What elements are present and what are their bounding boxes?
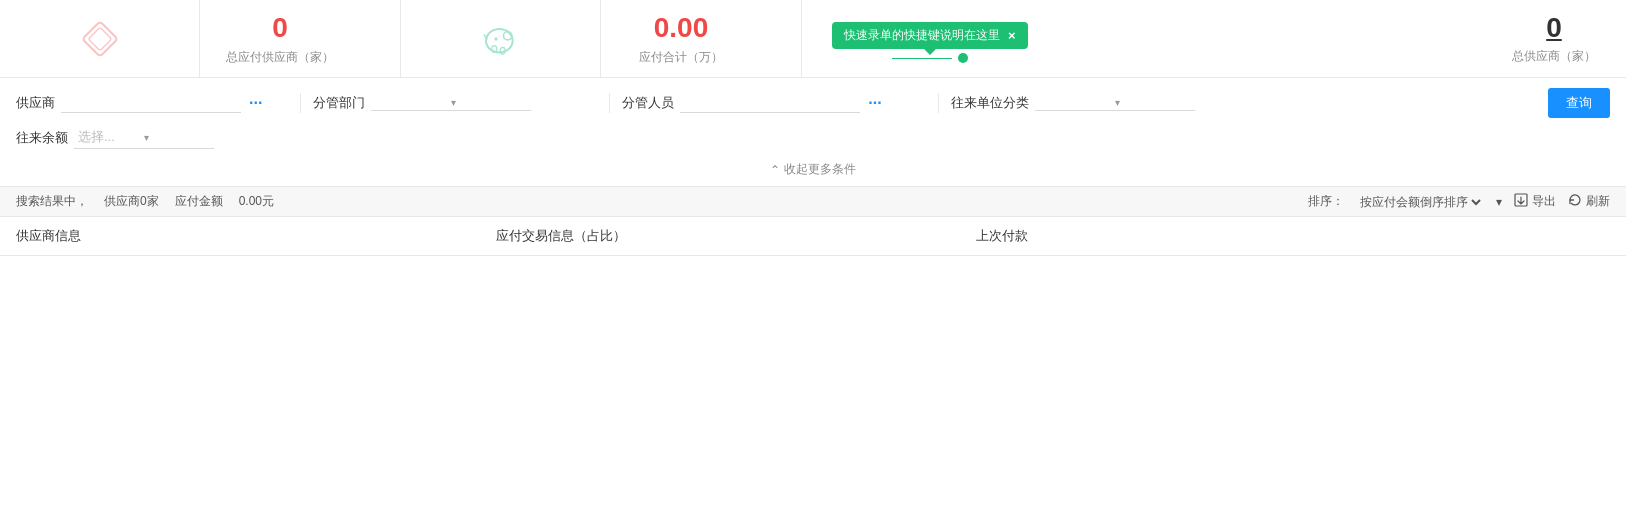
divider-1 bbox=[300, 93, 301, 113]
refresh-button[interactable]: 刷新 bbox=[1568, 193, 1610, 210]
balance-label: 往来余额 bbox=[16, 129, 68, 147]
table-body bbox=[0, 256, 1626, 515]
total-supplier-right-num: 0 bbox=[1546, 12, 1562, 44]
filter-balance: 往来余额 选择... ▾ bbox=[16, 126, 236, 149]
svg-rect-0 bbox=[82, 21, 117, 56]
tooltip-line bbox=[892, 58, 952, 59]
svg-point-6 bbox=[494, 37, 497, 40]
filter-dept: 分管部门 ▾ bbox=[313, 94, 573, 112]
refresh-label: 刷新 bbox=[1586, 193, 1610, 210]
balance-placeholder: 选择... bbox=[78, 128, 144, 146]
svg-point-2 bbox=[486, 29, 513, 52]
total-supplier-card: 0 总供应商（家） bbox=[1512, 12, 1596, 65]
collapse-label: 收起更多条件 bbox=[784, 161, 856, 178]
summary-card-1-num: 0 总应付供应商（家） bbox=[200, 0, 400, 77]
filter-unit-class: 往来单位分类 ▾ bbox=[951, 94, 1231, 112]
amount-value: 0.00元 bbox=[239, 193, 274, 210]
sort-label: 排序： bbox=[1308, 193, 1344, 210]
payable-total-num: 0.00 bbox=[654, 11, 709, 45]
sort-select[interactable]: 按应付会额倒序排序 bbox=[1356, 194, 1484, 210]
tooltip-text: 快速录单的快捷键说明在这里 bbox=[844, 27, 1000, 44]
collapse-icon: ⌃ bbox=[770, 163, 780, 177]
balance-select[interactable]: 选择... ▾ bbox=[74, 126, 214, 149]
summary-bar: 0 总应付供应商（家） 0.00 应付合计（万） 快速录单的快捷键说明在这里 × bbox=[0, 0, 1626, 78]
dept-caret: ▾ bbox=[451, 97, 527, 108]
tooltip-bubble[interactable]: 快速录单的快捷键说明在这里 × bbox=[832, 22, 1028, 49]
supplier-count: 供应商0家 bbox=[104, 193, 159, 210]
search-result-text: 搜索结果中， bbox=[16, 193, 88, 210]
tooltip-close[interactable]: × bbox=[1008, 28, 1016, 43]
divider-3 bbox=[938, 93, 939, 113]
supplier-ellipsis[interactable]: ··· bbox=[247, 94, 264, 112]
table-header: 供应商信息 应付交易信息（占比） 上次付款 bbox=[0, 217, 1626, 256]
col-header-lastpay: 上次付款 bbox=[976, 227, 1610, 245]
collapse-row: ⌃ 收起更多条件 bbox=[16, 157, 1610, 186]
export-button[interactable]: 导出 bbox=[1514, 193, 1556, 210]
piggy-icon bbox=[476, 14, 526, 64]
summary-card-1 bbox=[0, 0, 200, 77]
supplier-input[interactable] bbox=[61, 93, 241, 113]
total-supplier-label: 总应付供应商（家） bbox=[226, 49, 334, 66]
col-header-payable: 应付交易信息（占比） bbox=[496, 227, 976, 245]
result-left-info: 搜索结果中， 供应商0家 应付金额 0.00元 bbox=[16, 193, 274, 210]
filter-supplier: 供应商 ··· bbox=[16, 93, 264, 113]
filter-person: 分管人员 ··· bbox=[622, 93, 902, 113]
balance-caret: ▾ bbox=[144, 132, 210, 143]
summary-card-2-icon bbox=[401, 0, 601, 77]
person-label: 分管人员 bbox=[622, 94, 674, 112]
filter-row-1: 供应商 ··· 分管部门 ▾ 分管人员 ··· 往来单位分类 ▾ bbox=[16, 88, 1610, 118]
person-ellipsis[interactable]: ··· bbox=[866, 94, 883, 112]
col-header-supplier: 供应商信息 bbox=[16, 227, 496, 245]
sort-caret-icon: ▾ bbox=[1496, 195, 1502, 209]
collapse-button[interactable]: ⌃ 收起更多条件 bbox=[770, 161, 856, 178]
diamond-icon bbox=[75, 14, 125, 64]
unit-class-caret: ▾ bbox=[1115, 97, 1191, 108]
refresh-icon bbox=[1568, 193, 1582, 210]
filter-row-2: 往来余额 选择... ▾ bbox=[16, 126, 1610, 149]
query-btn-wrap: 查询 bbox=[1548, 88, 1610, 118]
total-supplier-num: 0 bbox=[272, 11, 288, 45]
amount-label: 应付金额 bbox=[175, 193, 223, 210]
tooltip-dot bbox=[958, 53, 968, 63]
payable-total-label: 应付合计（万） bbox=[639, 49, 723, 66]
supplier-label: 供应商 bbox=[16, 94, 55, 112]
tooltip-area: 快速录单的快捷键说明在这里 × bbox=[832, 14, 1028, 63]
export-label: 导出 bbox=[1532, 193, 1556, 210]
filter-bar: 供应商 ··· 分管部门 ▾ 分管人员 ··· 往来单位分类 ▾ bbox=[0, 78, 1626, 187]
unit-class-label: 往来单位分类 bbox=[951, 94, 1029, 112]
export-icon bbox=[1514, 193, 1528, 210]
dept-select[interactable]: ▾ bbox=[371, 95, 531, 111]
summary-card-2-num: 0.00 应付合计（万） bbox=[601, 0, 801, 77]
dept-label: 分管部门 bbox=[313, 94, 365, 112]
result-right-actions: 排序： 按应付会额倒序排序 ▾ 导出 刷新 bbox=[1308, 193, 1610, 210]
unit-class-select[interactable]: ▾ bbox=[1035, 95, 1195, 111]
person-input[interactable] bbox=[680, 93, 860, 113]
result-bar: 搜索结果中， 供应商0家 应付金额 0.00元 排序： 按应付会额倒序排序 ▾ … bbox=[0, 187, 1626, 217]
total-supplier-right-label: 总供应商（家） bbox=[1512, 48, 1596, 65]
query-button[interactable]: 查询 bbox=[1548, 88, 1610, 118]
divider-2 bbox=[609, 93, 610, 113]
